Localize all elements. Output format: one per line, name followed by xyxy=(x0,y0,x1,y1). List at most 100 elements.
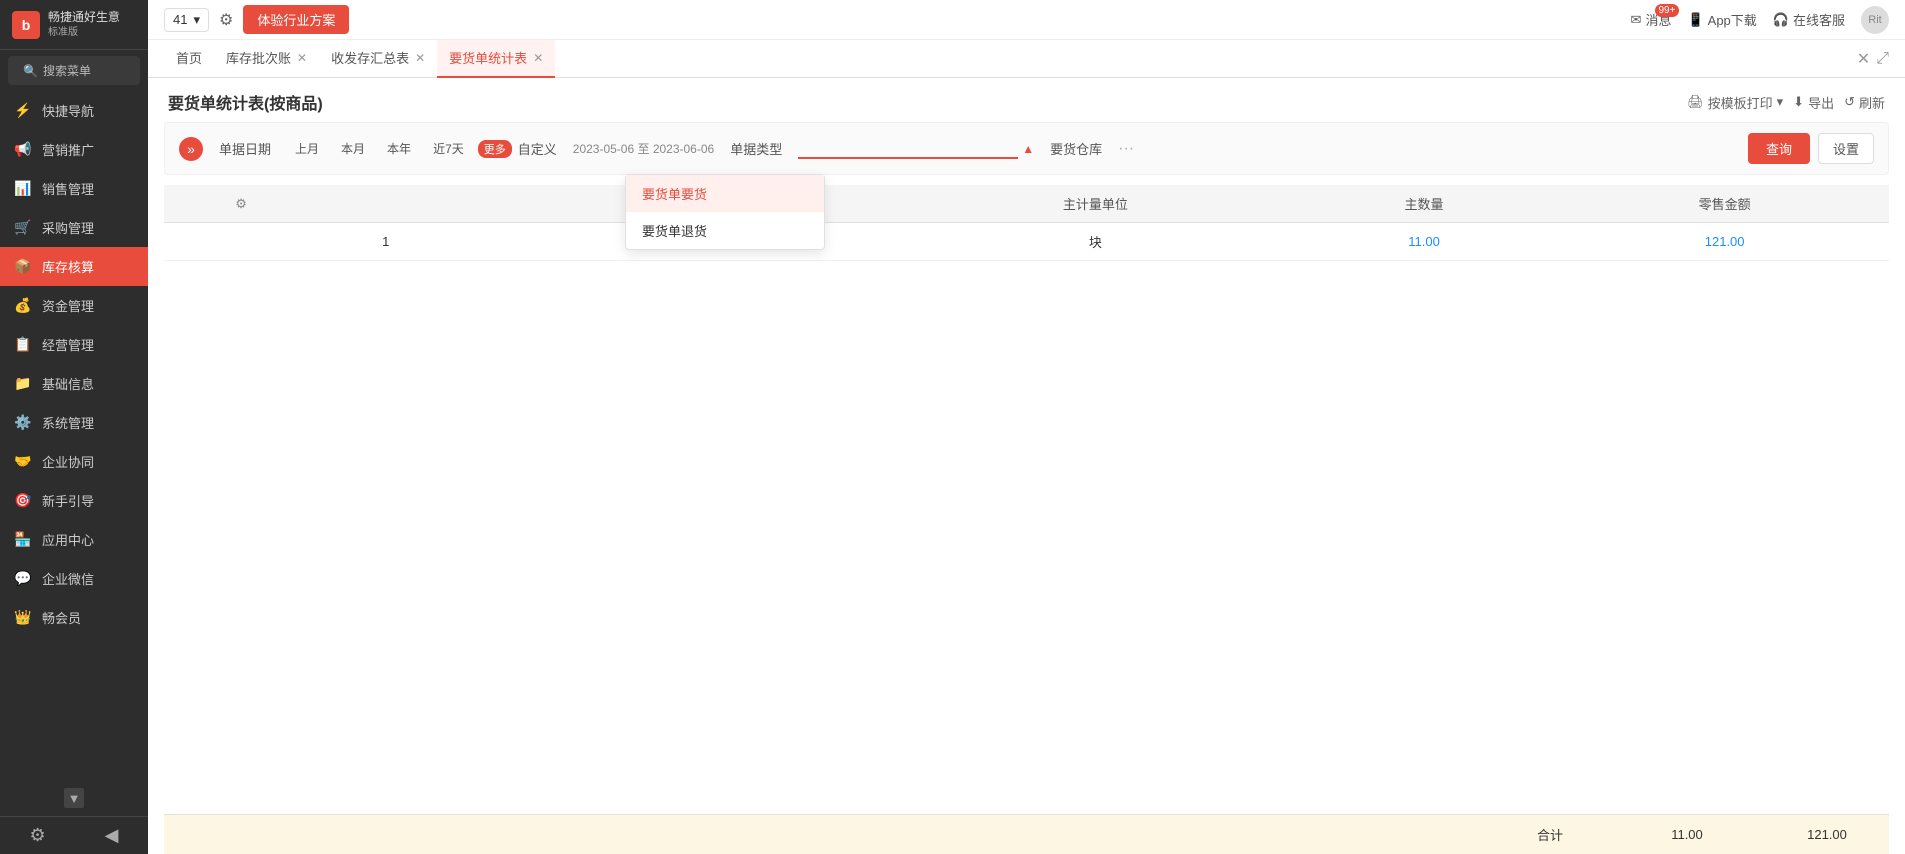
row-amount: 121.00 xyxy=(1560,223,1889,261)
table-footer: 合计 11.00 121.00 xyxy=(164,814,1889,854)
search-menu[interactable]: 🔍 搜索菜单 xyxy=(8,56,140,85)
store-dropdown-icon: ▾ xyxy=(193,12,200,28)
sidebar-item-wechat[interactable]: 💬企业微信 xyxy=(0,559,148,598)
sidebar-item-basic[interactable]: 📁基础信息 xyxy=(0,364,148,403)
filter-toggle-btn[interactable]: » xyxy=(179,137,203,161)
appstore-label: 应用中心 xyxy=(42,530,94,549)
app-download-action[interactable]: 📱 App下载 xyxy=(1687,10,1756,29)
sidebar-item-guide[interactable]: 🎯新手引导 xyxy=(0,481,148,520)
print-label: 按模板打印 xyxy=(1708,93,1773,112)
page-content: 要货单统计表(按商品) 🖨 按模板打印 ▾ ⬇ 导出 ↺ 刷新 xyxy=(148,78,1905,854)
top-header: 41 ▾ ⚙ 体验行业方案 ✉ 消息 99+ 📱 App下载 🎧 在线客服 Ri… xyxy=(148,0,1905,40)
print-action[interactable]: 🖨 按模板打印 ▾ xyxy=(1687,93,1783,112)
app-name: 畅捷通好生意 xyxy=(48,10,120,26)
close-tab-order-summary[interactable]: ✕ xyxy=(533,52,543,64)
table-header-row: ⚙ 商品 主计量单位 主数量 零售金额 xyxy=(164,185,1889,223)
collab-label: 企业协同 xyxy=(42,452,94,471)
sidebar-item-collab[interactable]: 🤝 企业协同 xyxy=(0,442,148,481)
sidebar-item-finance[interactable]: 💰 资金管理 xyxy=(0,286,148,325)
tab-receive-summary[interactable]: 收发存汇总表 ✕ xyxy=(319,40,437,78)
avatar[interactable]: Rit xyxy=(1861,6,1889,34)
online-service-icon: 🎧 xyxy=(1773,12,1789,28)
settings-button[interactable]: 设置 xyxy=(1818,133,1874,164)
settings-bottom-icon[interactable]: ⚙ xyxy=(30,825,46,846)
col-settings[interactable]: ⚙ xyxy=(164,185,318,223)
refresh-action[interactable]: ↺ 刷新 xyxy=(1844,93,1885,112)
dropdown-item-order[interactable]: 要货单要货 xyxy=(626,175,824,212)
close-tab-inventory-batch[interactable]: ✕ xyxy=(297,52,307,64)
sidebar-item-purchase[interactable]: 🛒采购管理 xyxy=(0,208,148,247)
sidebar-item-inventory[interactable]: 📦 库存核算 xyxy=(0,247,148,286)
message-badge: 99+ xyxy=(1655,4,1680,17)
date-btn-this-month[interactable]: 本月 xyxy=(333,138,373,159)
system-label: 系统管理 xyxy=(42,413,94,432)
sidebar-nav: ⚡快捷导航📢营销推广 📊 销售管理 🛒采购管理 📦 库存核算 💰 资金管理 📋经营管理📁基础信息… xyxy=(0,91,148,784)
warehouse-filter-more[interactable]: ··· xyxy=(1118,140,1134,158)
warehouse-filter-label: 要货仓库 xyxy=(1050,139,1102,158)
trial-button[interactable]: 体验行业方案 xyxy=(243,5,349,34)
sidebar-item-marketing[interactable]: 📢营销推广 xyxy=(0,130,148,169)
dropdown-item-return[interactable]: 要货单退货 xyxy=(626,212,824,249)
filter-row: » 单据日期 上月 本月 本年 近7天 更多 自定义 2023-05-06 至 … xyxy=(179,133,1874,164)
tab-inventory-batch[interactable]: 库存批次账 ✕ xyxy=(214,40,319,78)
export-action[interactable]: ⬇ 导出 xyxy=(1793,93,1834,112)
data-table: ⚙ 商品 主计量单位 主数量 零售金额 1 块 11.00 121.00 xyxy=(164,185,1889,261)
type-filter-input[interactable] xyxy=(798,138,1018,159)
date-btn-last-month[interactable]: 上月 xyxy=(287,138,327,159)
sidebar-item-vip[interactable]: 👑畅会员 xyxy=(0,598,148,637)
sidebar-item-sales[interactable]: 📊 销售管理 xyxy=(0,169,148,208)
footer-amount: 121.00 xyxy=(1777,827,1877,842)
basic-label: 基础信息 xyxy=(42,374,94,393)
logo-icon: b xyxy=(12,11,40,39)
marketing-icon: 📢 xyxy=(14,141,34,158)
date-custom-btn[interactable]: 自定义 xyxy=(518,139,557,158)
store-name: 41 xyxy=(173,12,187,27)
sidebar-item-system[interactable]: ⚙️ 系统管理 xyxy=(0,403,148,442)
message-action[interactable]: ✉ 消息 99+ xyxy=(1631,10,1672,29)
page-actions: 🖨 按模板打印 ▾ ⬇ 导出 ↺ 刷新 xyxy=(1687,93,1885,112)
tab-label-order-summary: 要货单统计表 xyxy=(449,48,527,67)
sales-label: 销售管理 xyxy=(42,179,94,198)
app-version: 标准版 xyxy=(48,26,120,39)
purchase-label: 采购管理 xyxy=(42,218,94,237)
tab-home[interactable]: 首页 xyxy=(164,40,214,78)
online-service-label: 在线客服 xyxy=(1793,10,1845,29)
system-icon: ⚙️ xyxy=(14,414,34,431)
operations-label: 经营管理 xyxy=(42,335,94,354)
tab-order-summary[interactable]: 要货单统计表 ✕ xyxy=(437,40,555,78)
collab-icon: 🤝 xyxy=(14,453,34,470)
close-all-tabs-icon[interactable]: ✕ xyxy=(1857,49,1870,69)
collapse-sidebar-icon[interactable]: ◀ xyxy=(105,825,119,846)
finance-label: 资金管理 xyxy=(42,296,94,315)
row-index: 1 xyxy=(318,223,453,261)
online-service-action[interactable]: 🎧 在线客服 xyxy=(1773,10,1845,29)
query-button[interactable]: 查询 xyxy=(1748,133,1810,164)
wechat-icon: 💬 xyxy=(14,570,34,587)
finance-icon: 💰 xyxy=(14,297,34,314)
shortcut-icon: ⚡ xyxy=(14,102,34,119)
sidebar-item-operations[interactable]: 📋经营管理 xyxy=(0,325,148,364)
inventory-label: 库存核算 xyxy=(42,257,94,276)
date-btn-7days[interactable]: 近7天 xyxy=(425,138,472,159)
close-tab-receive-summary[interactable]: ✕ xyxy=(415,52,425,64)
appstore-icon: 🏪 xyxy=(14,531,34,548)
sales-icon: 📊 xyxy=(14,180,34,197)
store-selector[interactable]: 41 ▾ xyxy=(164,8,209,32)
date-btn-this-year[interactable]: 本年 xyxy=(379,138,419,159)
export-label: 导出 xyxy=(1808,93,1834,112)
sidebar-item-shortcut[interactable]: ⚡快捷导航 xyxy=(0,91,148,130)
vip-icon: 👑 xyxy=(14,609,34,626)
sidebar-item-appstore[interactable]: 🏪 应用中心 xyxy=(0,520,148,559)
type-dropdown-arrow[interactable]: ▲ xyxy=(1022,142,1034,156)
header-settings-icon[interactable]: ⚙ xyxy=(219,10,233,30)
row-quantity: 11.00 xyxy=(1288,223,1560,261)
main-area: 41 ▾ ⚙ 体验行业方案 ✉ 消息 99+ 📱 App下载 🎧 在线客服 Ri… xyxy=(148,0,1905,854)
table-body: 1 块 11.00 121.00 xyxy=(164,223,1889,261)
inventory-icon: 📦 xyxy=(14,258,34,275)
filter-area: » 单据日期 上月 本月 本年 近7天 更多 自定义 2023-05-06 至 … xyxy=(164,122,1889,175)
sidebar-scroll-down[interactable]: ▼ xyxy=(64,788,84,808)
expand-tabs-icon[interactable]: ⤢ xyxy=(1876,50,1889,68)
export-icon: ⬇ xyxy=(1793,94,1804,110)
date-more-badge[interactable]: 更多 xyxy=(478,140,512,158)
col-amount: 零售金额 xyxy=(1560,185,1889,223)
